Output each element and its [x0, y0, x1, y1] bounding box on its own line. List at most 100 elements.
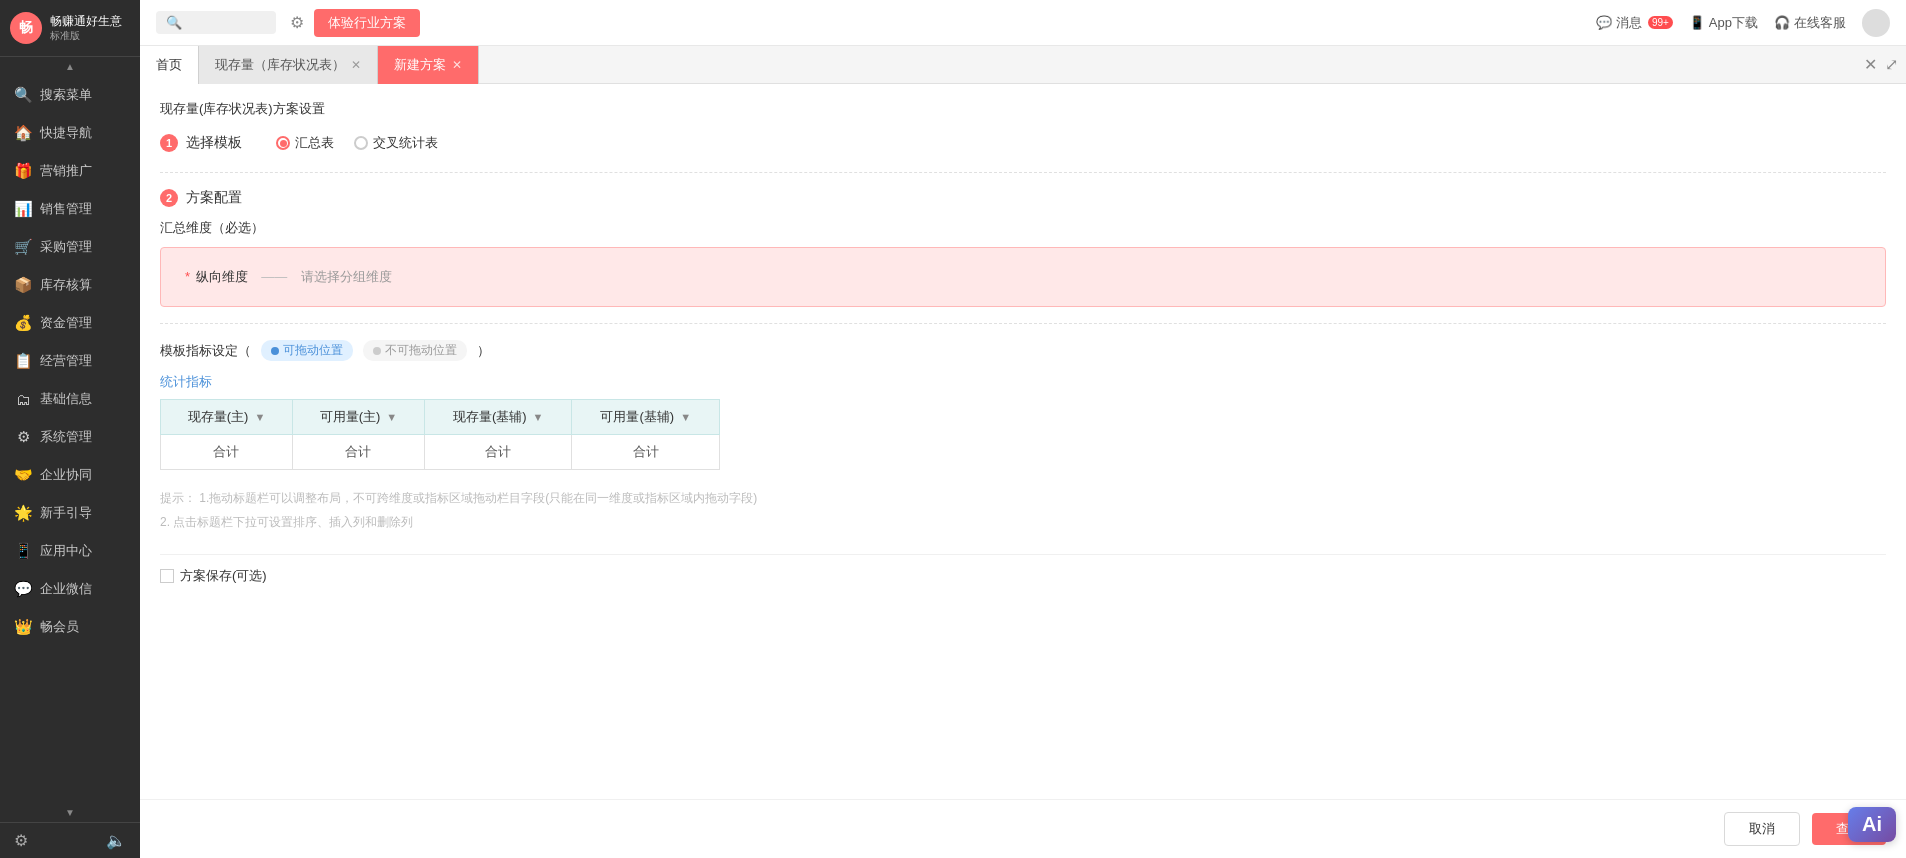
step2-block: 2 方案配置 汇总维度（必选） * 纵向维度 —— 请选择分组维度 模板指标设定… — [160, 189, 1886, 534]
table-cell-2: 合计 — [424, 435, 572, 470]
col-1-chevron[interactable]: ▼ — [386, 411, 397, 423]
tab-new-plan-close[interactable]: ✕ — [452, 58, 462, 72]
radio-summary[interactable]: 汇总表 — [276, 134, 334, 152]
sidebar: 畅 畅赚通好生意 标准版 ▲ 🔍 搜索菜单 🏠 快捷导航 🎁 营销推广 📊 销售… — [0, 0, 140, 858]
save-checkbox[interactable] — [160, 569, 174, 583]
sidebar-item-collab[interactable]: 🤝 企业协同 — [0, 456, 140, 494]
sidebar-item-member[interactable]: 👑 畅会员 — [0, 608, 140, 646]
online-service-btn[interactable]: 🎧 在线客服 — [1774, 14, 1846, 32]
col-header-2-label: 现存量(基辅) — [453, 408, 527, 426]
sidebar-item-marketing[interactable]: 🎁 营销推广 — [0, 152, 140, 190]
settings-icon[interactable]: ⚙ — [290, 13, 304, 32]
sidebar-scroll-down[interactable]: ▼ — [0, 803, 140, 822]
no-drag-badge: 不可拖动位置 — [363, 340, 467, 361]
sidebar-item-system[interactable]: ⚙ 系统管理 — [0, 418, 140, 456]
sidebar-footer: ⚙ 🔈 — [0, 822, 140, 858]
settings-icon[interactable]: ⚙ — [14, 831, 28, 850]
sidebar-item-label: 销售管理 — [40, 200, 92, 218]
sidebar-item-label: 企业微信 — [40, 580, 92, 598]
indicator-suffix: ） — [477, 342, 490, 360]
online-service-label: 在线客服 — [1794, 14, 1846, 32]
step1-number: 1 — [160, 134, 178, 152]
message-icon: 💬 — [1596, 15, 1612, 30]
topbar-search-box[interactable]: 🔍 — [156, 11, 276, 34]
search-icon: 🔍 — [166, 15, 182, 30]
sidebar-item-label: 库存核算 — [40, 276, 92, 294]
stats-title: 统计指标 — [160, 373, 1886, 391]
tips-section: 提示： 1.拖动标题栏可以调整布局，不可跨维度或指标区域拖动栏目字段(只能在同一… — [160, 486, 1886, 534]
mobile-icon: 📱 — [14, 542, 32, 560]
radio-cross-label: 交叉统计表 — [373, 134, 438, 152]
main-area: 🔍 ⚙ 体验行业方案 💬 消息 99+ 📱 App下载 🎧 在线客服 首页 — [140, 0, 1906, 858]
app-download-btn[interactable]: 📱 App下载 — [1689, 14, 1758, 32]
home-icon: 🏠 — [14, 124, 32, 142]
col-header-0[interactable]: 现存量(主) ▼ — [161, 400, 293, 435]
money-icon: 💰 — [14, 314, 32, 332]
sidebar-item-label: 搜索菜单 — [40, 86, 92, 104]
summary-dim-label: 汇总维度（必选） — [160, 219, 1886, 237]
folder-icon: 🗂 — [14, 390, 32, 408]
section-divider-1 — [160, 172, 1886, 173]
sidebar-item-sales[interactable]: 📊 销售管理 — [0, 190, 140, 228]
step1-header: 1 选择模板 汇总表 交叉统计表 — [160, 134, 1886, 152]
step1-block: 1 选择模板 汇总表 交叉统计表 — [160, 134, 1886, 152]
save-label: 方案保存(可选) — [180, 567, 267, 585]
sidebar-item-search[interactable]: 🔍 搜索菜单 — [0, 76, 140, 114]
message-label: 消息 — [1616, 14, 1642, 32]
col-3-chevron[interactable]: ▼ — [680, 411, 691, 423]
tab-new-plan-label: 新建方案 — [394, 56, 446, 74]
sidebar-item-nav[interactable]: 🏠 快捷导航 — [0, 114, 140, 152]
step2-header: 2 方案配置 — [160, 189, 1886, 207]
sidebar-item-apps[interactable]: 📱 应用中心 — [0, 532, 140, 570]
col-header-1-label: 可用量(主) — [320, 408, 381, 426]
sidebar-scroll-up[interactable]: ▲ — [0, 57, 140, 76]
col-2-chevron[interactable]: ▼ — [533, 411, 544, 423]
dimension-placeholder[interactable]: 请选择分组维度 — [301, 269, 392, 284]
sidebar-item-basic-info[interactable]: 🗂 基础信息 — [0, 380, 140, 418]
sales-icon: 📊 — [14, 200, 32, 218]
sidebar-item-label: 基础信息 — [40, 390, 92, 408]
gift-icon: 🎁 — [14, 162, 32, 180]
message-badge: 99+ — [1648, 16, 1673, 29]
sidebar-item-inventory[interactable]: 📦 库存核算 — [0, 266, 140, 304]
step2-number: 2 — [160, 189, 178, 207]
cancel-button[interactable]: 取消 — [1724, 812, 1800, 846]
col-header-3[interactable]: 可用量(基辅) ▼ — [572, 400, 720, 435]
tab-expand-icon[interactable]: ⤢ — [1885, 55, 1898, 74]
handshake-icon: 🤝 — [14, 466, 32, 484]
table-cell-3: 合计 — [572, 435, 720, 470]
col-0-chevron[interactable]: ▼ — [254, 411, 265, 423]
gear-icon: ⚙ — [14, 428, 32, 446]
col-header-2[interactable]: 现存量(基辅) ▼ — [424, 400, 572, 435]
sidebar-item-wechat[interactable]: 💬 企业微信 — [0, 570, 140, 608]
sidebar-item-guide[interactable]: 🌟 新手引导 — [0, 494, 140, 532]
volume-icon[interactable]: 🔈 — [106, 831, 126, 850]
sidebar-item-management[interactable]: 📋 经营管理 — [0, 342, 140, 380]
footer-btns: 取消 查询 — [140, 799, 1906, 858]
message-btn[interactable]: 💬 消息 99+ — [1596, 14, 1673, 32]
drag-label: 可拖动位置 — [283, 342, 343, 359]
search-input[interactable] — [188, 16, 268, 30]
col-header-3-label: 可用量(基辅) — [600, 408, 674, 426]
radio-summary-circle — [276, 136, 290, 150]
dimension-required: * — [185, 269, 190, 284]
col-header-1[interactable]: 可用量(主) ▼ — [292, 400, 424, 435]
tabs-bar: 首页 现存量（库存状况表） ✕ 新建方案 ✕ ✕ ⤢ — [140, 46, 1906, 84]
user-avatar[interactable] — [1862, 9, 1890, 37]
clipboard-icon: 📋 — [14, 352, 32, 370]
tab-inventory-close[interactable]: ✕ — [351, 58, 361, 72]
tab-close-icon[interactable]: ✕ — [1864, 55, 1877, 74]
drag-dot — [271, 347, 279, 355]
sidebar-item-purchase[interactable]: 🛒 采购管理 — [0, 228, 140, 266]
sidebar-item-label: 营销推广 — [40, 162, 92, 180]
headset-icon: 🎧 — [1774, 15, 1790, 30]
radio-cross[interactable]: 交叉统计表 — [354, 134, 438, 152]
trial-btn[interactable]: 体验行业方案 — [314, 9, 420, 37]
ai-badge[interactable]: Ai — [1848, 807, 1896, 842]
tab-inventory[interactable]: 现存量（库存状况表） ✕ — [199, 46, 378, 84]
tab-new-plan[interactable]: 新建方案 ✕ — [378, 46, 479, 84]
tab-home[interactable]: 首页 — [140, 46, 199, 84]
radio-cross-circle — [354, 136, 368, 150]
save-checkbox-area: 方案保存(可选) — [160, 554, 1886, 597]
sidebar-item-finance[interactable]: 💰 资金管理 — [0, 304, 140, 342]
